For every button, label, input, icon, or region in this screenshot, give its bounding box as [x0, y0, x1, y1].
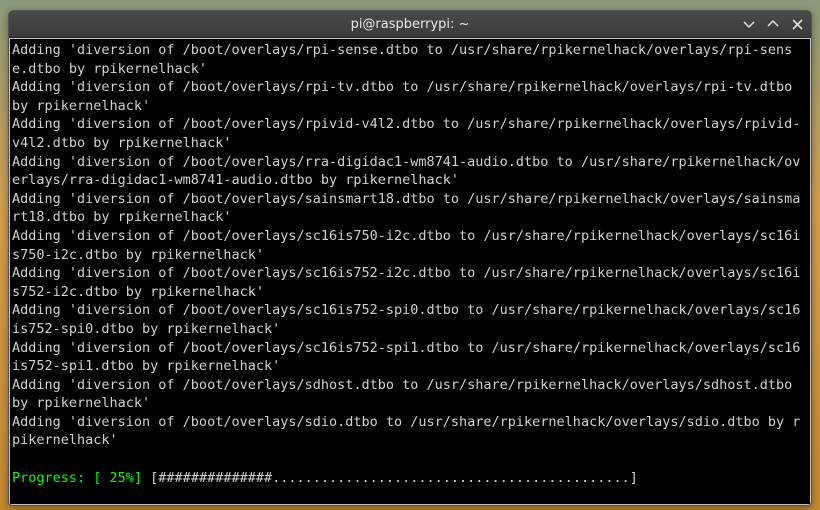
- progress-bar: [##############.........................…: [142, 470, 646, 486]
- terminal-window: pi@raspberrypi: ~ Adding 'diversion of /…: [8, 10, 812, 506]
- terminal-output[interactable]: Adding 'diversion of /boot/overlays/rpi-…: [9, 38, 811, 505]
- window-controls: [741, 11, 805, 37]
- progress-label: Progress: [ 25%]: [12, 470, 142, 486]
- close-icon[interactable]: [789, 16, 805, 32]
- minimize-icon[interactable]: [741, 16, 757, 32]
- titlebar[interactable]: pi@raspberrypi: ~: [9, 11, 811, 38]
- progress-line: Progress: [ 25%] [##############........…: [12, 469, 808, 488]
- maximize-icon[interactable]: [765, 16, 781, 32]
- window-title: pi@raspberrypi: ~: [351, 17, 470, 32]
